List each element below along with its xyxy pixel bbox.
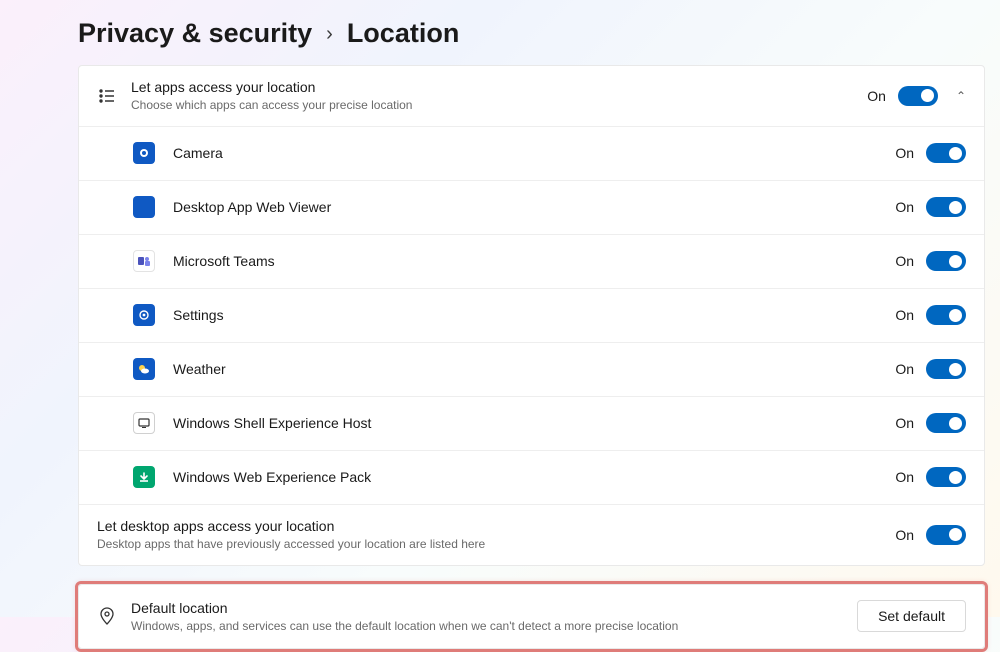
- location-apps-card: Let apps access your location Choose whi…: [78, 65, 985, 566]
- list-icon: [97, 86, 117, 106]
- app-toggle-teams[interactable]: [926, 251, 966, 271]
- chevron-up-icon[interactable]: ⌃: [956, 89, 966, 103]
- app-row-camera: Camera On: [79, 127, 984, 181]
- location-pin-icon: [97, 606, 117, 626]
- camera-icon: [133, 142, 155, 164]
- header-desc: Choose which apps can access your precis…: [131, 98, 867, 114]
- web-experience-icon: [133, 466, 155, 488]
- app-name: Windows Shell Experience Host: [173, 414, 895, 432]
- desktop-apps-desc: Desktop apps that have previously access…: [97, 537, 895, 553]
- desktop-apps-row[interactable]: Let desktop apps access your location De…: [79, 505, 984, 565]
- app-icon: [133, 196, 155, 218]
- app-name: Microsoft Teams: [173, 252, 895, 270]
- chevron-right-icon: ›: [326, 21, 333, 46]
- app-name: Settings: [173, 306, 895, 324]
- app-name: Camera: [173, 144, 895, 162]
- app-name: Weather: [173, 360, 895, 378]
- app-toggle-web-experience[interactable]: [926, 467, 966, 487]
- app-row-shell-experience: Windows Shell Experience Host On: [79, 397, 984, 451]
- app-status: On: [895, 253, 914, 269]
- app-name: Windows Web Experience Pack: [173, 468, 895, 486]
- app-status: On: [895, 199, 914, 215]
- desktop-apps-status: On: [895, 527, 914, 543]
- app-status: On: [895, 469, 914, 485]
- app-toggle-camera[interactable]: [926, 143, 966, 163]
- app-status: On: [895, 415, 914, 431]
- teams-icon: [133, 250, 155, 272]
- app-status: On: [895, 361, 914, 377]
- breadcrumb: Privacy & security › Location: [78, 18, 1000, 65]
- header-status: On: [867, 88, 886, 104]
- set-default-button[interactable]: Set default: [857, 600, 966, 632]
- app-toggle-settings[interactable]: [926, 305, 966, 325]
- desktop-apps-toggle[interactable]: [926, 525, 966, 545]
- app-row-web-experience: Windows Web Experience Pack On: [79, 451, 984, 505]
- desktop-apps-title: Let desktop apps access your location: [97, 517, 895, 535]
- header-title: Let apps access your location: [131, 78, 867, 96]
- shell-icon: [133, 412, 155, 434]
- default-location-card: Default location Windows, apps, and serv…: [78, 584, 985, 650]
- breadcrumb-parent[interactable]: Privacy & security: [78, 18, 312, 49]
- app-row-settings: Settings On: [79, 289, 984, 343]
- breadcrumb-current: Location: [347, 18, 460, 49]
- app-toggle-desktop-web-viewer[interactable]: [926, 197, 966, 217]
- settings-icon: [133, 304, 155, 326]
- app-toggle-shell-experience[interactable]: [926, 413, 966, 433]
- app-row-weather: Weather On: [79, 343, 984, 397]
- let-apps-access-row[interactable]: Let apps access your location Choose whi…: [79, 66, 984, 127]
- app-row-teams: Microsoft Teams On: [79, 235, 984, 289]
- app-status: On: [895, 307, 914, 323]
- header-toggle[interactable]: [898, 86, 938, 106]
- app-row-desktop-web-viewer: Desktop App Web Viewer On: [79, 181, 984, 235]
- app-name: Desktop App Web Viewer: [173, 198, 895, 216]
- default-location-title: Default location: [131, 599, 857, 617]
- app-status: On: [895, 145, 914, 161]
- default-location-desc: Windows, apps, and services can use the …: [131, 619, 857, 635]
- weather-icon: [133, 358, 155, 380]
- app-toggle-weather[interactable]: [926, 359, 966, 379]
